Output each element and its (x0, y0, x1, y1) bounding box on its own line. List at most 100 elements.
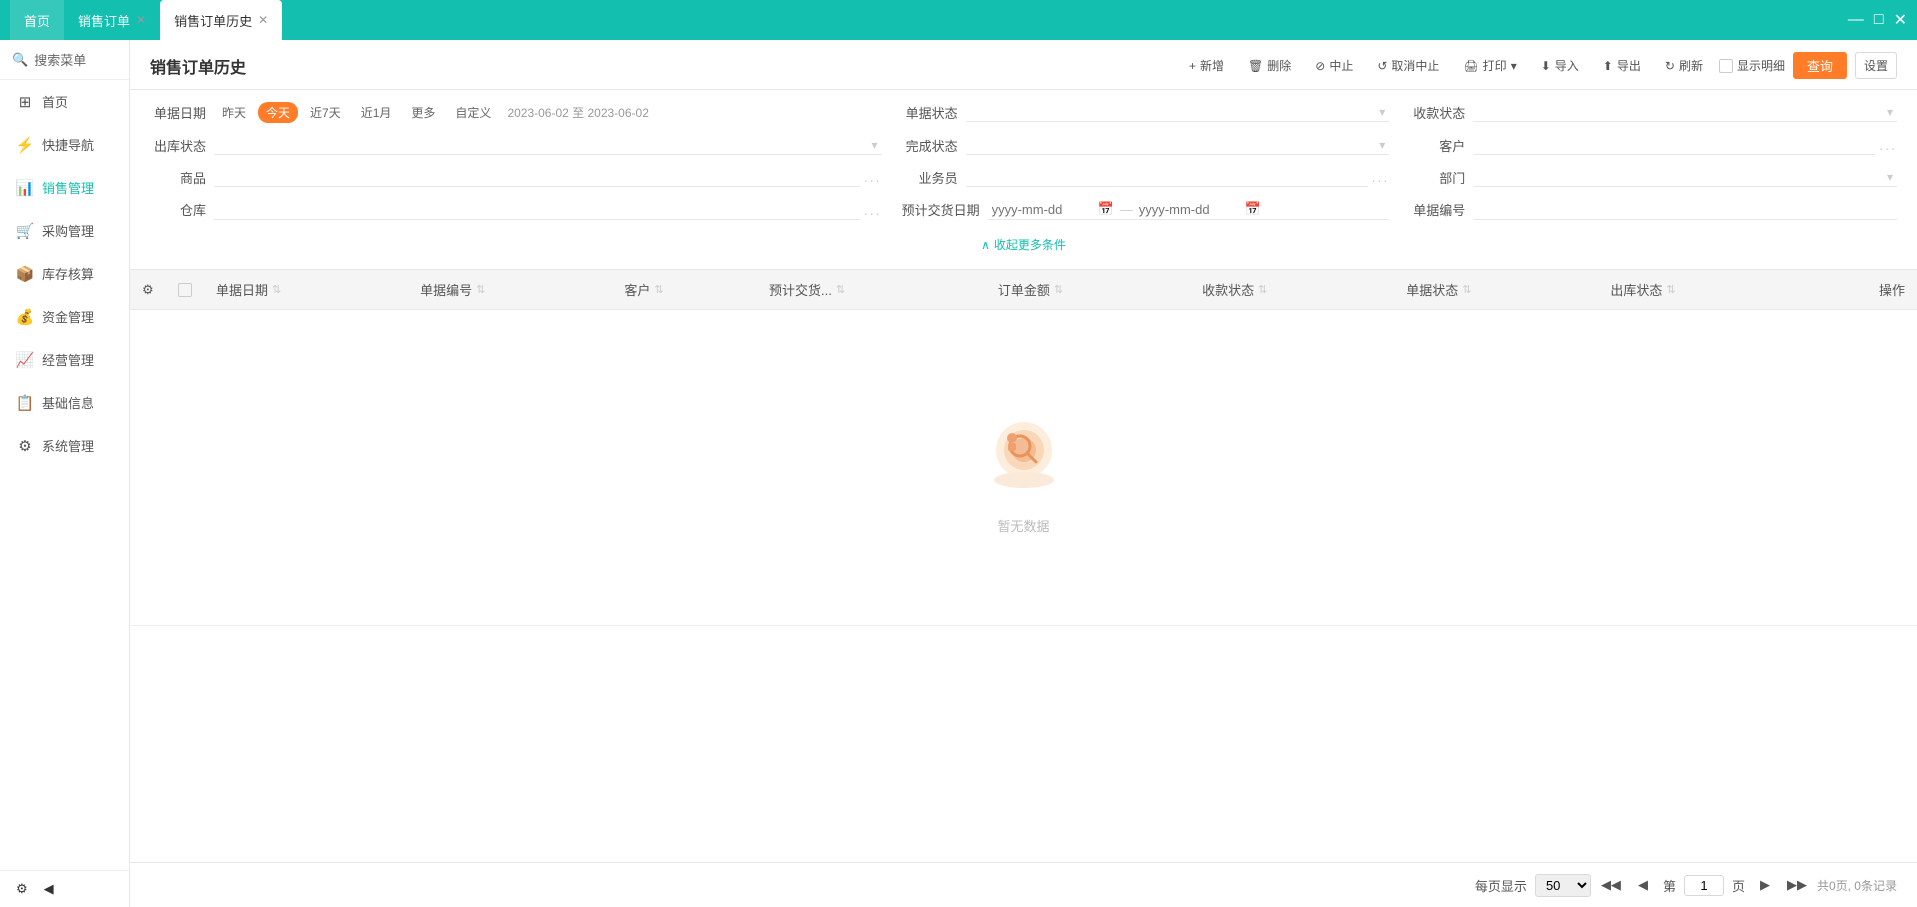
query-button[interactable]: 查询 (1793, 52, 1847, 79)
close-icon[interactable]: ✕ (1894, 10, 1907, 30)
sidebar-item-home-label: 首页 (42, 92, 68, 111)
cancel-stop-button[interactable]: ↺ 取消中止 (1369, 53, 1447, 78)
sidebar-settings-icon[interactable]: ⚙ (16, 881, 28, 897)
add-button[interactable]: + 新增 (1181, 53, 1232, 78)
completion-select[interactable]: ▾ (966, 136, 1390, 155)
display-detail-toggle[interactable]: 显示明细 (1719, 57, 1785, 74)
status-select[interactable]: ▾ (966, 103, 1390, 122)
customer-input[interactable] (1473, 135, 1875, 155)
product-dots[interactable]: ... (864, 169, 882, 185)
print-button[interactable]: 🖨 打印 ▾ (1455, 53, 1524, 78)
dept-select[interactable]: ▾ (1473, 168, 1897, 187)
export-button[interactable]: ⬆ 导出 (1595, 53, 1649, 78)
sales-icon: 📊 (16, 179, 34, 197)
tab-sales-order-history[interactable]: 销售订单历史 ✕ (160, 0, 282, 40)
next-page-button[interactable]: ▶ (1753, 873, 1777, 897)
th-outbound-sort[interactable]: 出库状态 ⇅ (1610, 280, 1790, 299)
expected-date-from[interactable] (992, 202, 1092, 217)
settings-button[interactable]: 设置 (1855, 52, 1897, 79)
th-date-sort[interactable]: 单据日期 ⇅ (216, 280, 396, 299)
delete-button[interactable]: 🗑 删除 (1240, 53, 1299, 78)
completion-label: 完成状态 (902, 136, 958, 155)
product-input[interactable] (214, 167, 860, 187)
date-tag-1month[interactable]: 近1月 (353, 102, 400, 123)
receipt-status-label: 收款状态 (1409, 103, 1465, 122)
date-tag-today[interactable]: 今天 (258, 102, 298, 123)
sidebar-collapse-icon[interactable]: ◀ (44, 881, 54, 897)
import-button[interactable]: ⬇ 导入 (1533, 53, 1587, 78)
th-no-label: 单据编号 (420, 280, 472, 299)
calendar-from-icon[interactable]: 📅 (1098, 201, 1114, 217)
first-page-button[interactable]: ◀◀ (1599, 873, 1623, 897)
refresh-button[interactable]: ↻ 刷新 (1657, 53, 1711, 78)
content-area: 销售订单历史 + 新增 🗑 删除 ⊘ 中止 ↺ (130, 40, 1917, 907)
th-no-sort[interactable]: 单据编号 ⇅ (420, 280, 600, 299)
date-tag-yesterday[interactable]: 昨天 (214, 102, 254, 123)
collapse-row[interactable]: ∧ 收起更多条件 (150, 232, 1897, 257)
data-table: ⚙ 单据日期 ⇅ 单据编号 (130, 270, 1917, 626)
sidebar-item-operation[interactable]: 📈 经营管理 (0, 338, 129, 381)
date-tag-more[interactable]: 更多 (403, 102, 443, 123)
pagination-bar: 每页显示 50 10 20 100 ◀◀ ◀ 第 页 ▶ ▶▶ 共0页, 0条记… (130, 862, 1917, 907)
th-checkbox (166, 270, 204, 310)
page-total: 共0页, 0条记录 (1817, 877, 1897, 894)
page-input[interactable] (1684, 875, 1724, 896)
th-receipt-sort[interactable]: 收款状态 ⇅ (1202, 280, 1382, 299)
empty-state: 暂无数据 (142, 320, 1905, 615)
date-label: 单据日期 (150, 103, 206, 122)
sidebar-item-sales[interactable]: 📊 销售管理 (0, 166, 129, 209)
tab-home[interactable]: 首页 (10, 0, 64, 40)
sales-input[interactable] (966, 167, 1368, 187)
sidebar-item-quick-nav-label: 快捷导航 (42, 135, 94, 154)
sidebar-item-home[interactable]: ⊞ 首页 (0, 80, 129, 123)
tab-sales-order-close[interactable]: ✕ (136, 13, 146, 27)
th-customer-sort[interactable]: 客户 ⇅ (624, 280, 745, 299)
tab-sales-order-history-close[interactable]: ✕ (258, 13, 268, 27)
tab-sales-order[interactable]: 销售订单 ✕ (64, 0, 160, 40)
sales-dots[interactable]: ... (1372, 169, 1390, 185)
customer-dots[interactable]: ... (1879, 137, 1897, 153)
prev-page-button[interactable]: ◀ (1631, 873, 1655, 897)
sidebar-item-quick-nav[interactable]: ⚡ 快捷导航 (0, 123, 129, 166)
collapse-label: 收起更多条件 (994, 236, 1066, 253)
sidebar-search[interactable]: 🔍 搜索菜单 (0, 40, 129, 80)
min-icon[interactable]: — (1848, 11, 1864, 29)
calendar-to-icon[interactable]: 📅 (1245, 201, 1261, 217)
warehouse-input[interactable] (214, 200, 860, 220)
warehouse-dots[interactable]: ... (864, 202, 882, 218)
dept-chevron-icon: ▾ (1887, 170, 1893, 184)
page-size-select[interactable]: 50 10 20 100 (1535, 874, 1591, 897)
last-page-button[interactable]: ▶▶ (1785, 873, 1809, 897)
th-outbound-label: 出库状态 (1610, 280, 1662, 299)
expected-date-to[interactable] (1139, 202, 1239, 217)
date-tag-7days[interactable]: 近7天 (302, 102, 349, 123)
page-word: 页 (1732, 876, 1745, 895)
stop-button[interactable]: ⊘ 中止 (1307, 53, 1361, 78)
expected-date-label: 预计交货日期 (902, 200, 980, 219)
empty-state-cell: 暂无数据 (130, 310, 1917, 626)
refresh-label: 刷新 (1679, 57, 1703, 74)
refresh-icon: ↻ (1665, 59, 1675, 73)
receipt-status-select[interactable]: ▾ (1473, 103, 1897, 122)
th-expected-sort[interactable]: 预计交货... ⇅ (769, 280, 974, 299)
sidebar-item-basic-info[interactable]: 📋 基础信息 (0, 381, 129, 424)
order-no-input[interactable] (1473, 200, 1897, 220)
max-icon[interactable]: □ (1874, 11, 1884, 29)
table-settings-icon[interactable]: ⚙ (142, 282, 154, 297)
sidebar-item-inventory[interactable]: 📦 库存核算 (0, 252, 129, 295)
sidebar-item-system[interactable]: ⚙ 系统管理 (0, 424, 129, 467)
th-doc-sort[interactable]: 单据状态 ⇅ (1406, 280, 1586, 299)
sidebar-item-purchase[interactable]: 🛒 采购管理 (0, 209, 129, 252)
sidebar-item-capital[interactable]: 💰 资金管理 (0, 295, 129, 338)
receipt-chevron-icon: ▾ (1887, 105, 1893, 119)
th-amount-sort[interactable]: 订单金额 ⇅ (998, 280, 1178, 299)
filter-expected-date-col: 预计交货日期 📅 — 📅 (902, 199, 1410, 220)
display-detail-checkbox[interactable] (1719, 59, 1733, 73)
th-action: 操作 (1803, 270, 1917, 310)
filter-date-col: 单据日期 昨天 今天 近7天 近1月 更多 自定义 2023-06-02 至 2… (150, 102, 902, 123)
toolbar: + 新增 🗑 删除 ⊘ 中止 ↺ 取消中止 (1181, 52, 1897, 79)
date-range-display: 2023-06-02 至 2023-06-02 (507, 104, 648, 121)
date-tag-custom[interactable]: 自定义 (447, 102, 499, 123)
outbound-select[interactable]: ▾ (214, 136, 882, 155)
select-all-checkbox[interactable] (178, 283, 192, 297)
